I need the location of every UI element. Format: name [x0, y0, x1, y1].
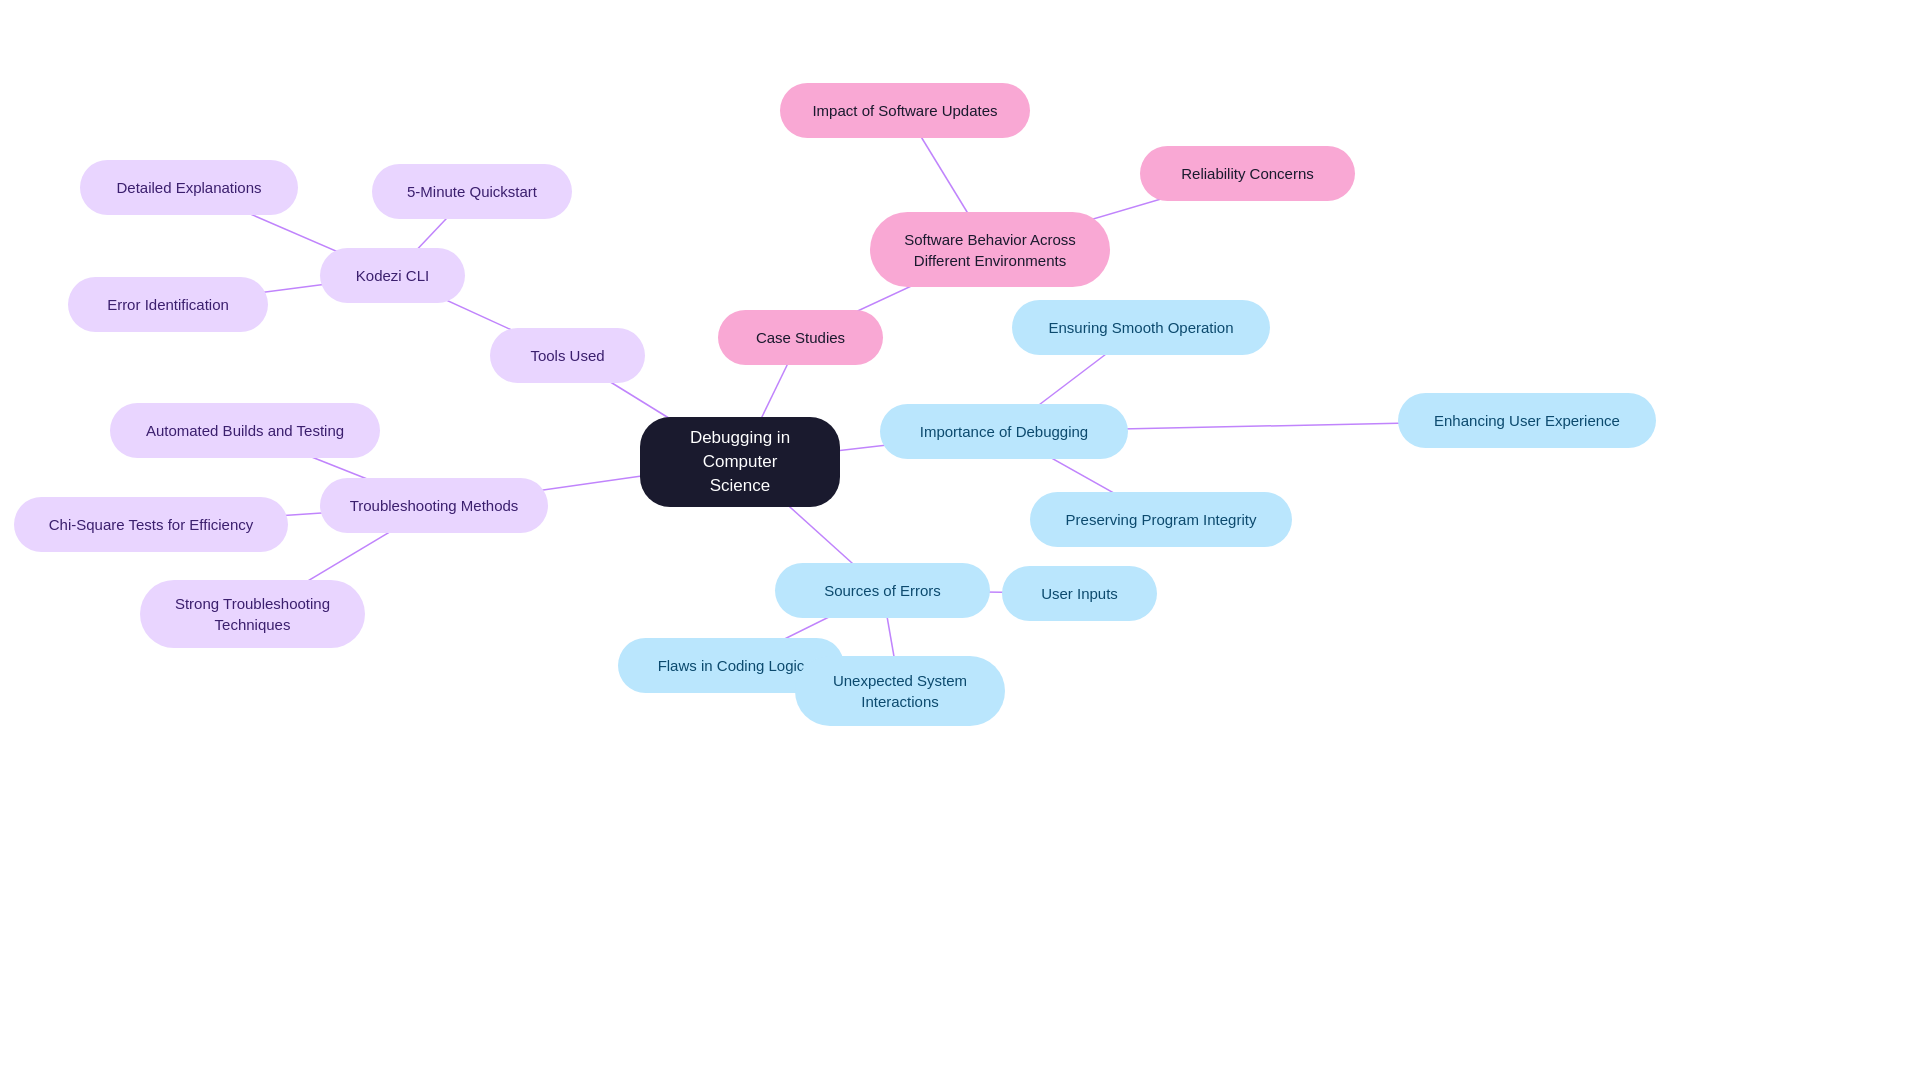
quickstart-label: 5-Minute Quickstart [407, 181, 537, 202]
node-importance-debugging: Importance of Debugging [880, 404, 1128, 459]
kodezi-cli-label: Kodezi CLI [356, 265, 429, 286]
impact-software-label: Impact of Software Updates [812, 100, 997, 121]
node-unexpected-system-interactions: Unexpected SystemInteractions [795, 656, 1005, 726]
flaws-coding-label: Flaws in Coding Logic [658, 655, 805, 676]
importance-label: Importance of Debugging [920, 421, 1088, 442]
node-5-minute-quickstart: 5-Minute Quickstart [372, 164, 572, 219]
sources-errors-label: Sources of Errors [824, 580, 941, 601]
node-kodezi-cli: Kodezi CLI [320, 248, 465, 303]
strong-troubleshoot-label: Strong TroubleshootingTechniques [175, 593, 330, 635]
case-studies-label: Case Studies [756, 327, 845, 348]
preserving-label: Preserving Program Integrity [1066, 509, 1257, 530]
tools-used-label: Tools Used [530, 345, 604, 366]
node-software-behavior: Software Behavior AcrossDifferent Enviro… [870, 212, 1110, 287]
ensuring-smooth-label: Ensuring Smooth Operation [1048, 317, 1233, 338]
software-behavior-label: Software Behavior AcrossDifferent Enviro… [904, 229, 1076, 271]
user-inputs-label: User Inputs [1041, 583, 1118, 604]
node-ensuring-smooth-operation: Ensuring Smooth Operation [1012, 300, 1270, 355]
node-user-inputs: User Inputs [1002, 566, 1157, 621]
center-label: Debugging in Computer Science [676, 426, 804, 497]
reliability-label: Reliability Concerns [1181, 163, 1314, 184]
chi-square-label: Chi-Square Tests for Efficiency [49, 514, 254, 535]
node-detailed-explanations: Detailed Explanations [80, 160, 298, 215]
node-troubleshooting-methods: Troubleshooting Methods [320, 478, 548, 533]
node-sources-of-errors: Sources of Errors [775, 563, 990, 618]
node-case-studies: Case Studies [718, 310, 883, 365]
automated-label: Automated Builds and Testing [146, 420, 344, 441]
node-impact-software-updates: Impact of Software Updates [780, 83, 1030, 138]
node-preserving-program-integrity: Preserving Program Integrity [1030, 492, 1292, 547]
node-chi-square: Chi-Square Tests for Efficiency [14, 497, 288, 552]
node-error-identification: Error Identification [68, 277, 268, 332]
troubleshooting-label: Troubleshooting Methods [350, 495, 519, 516]
unexpected-label: Unexpected SystemInteractions [833, 670, 967, 712]
error-id-label: Error Identification [107, 294, 229, 315]
node-tools-used: Tools Used [490, 328, 645, 383]
node-automated-builds: Automated Builds and Testing [110, 403, 380, 458]
detailed-exp-label: Detailed Explanations [116, 177, 261, 198]
center-node: Debugging in Computer Science [640, 417, 840, 507]
node-enhancing-user-experience: Enhancing User Experience [1398, 393, 1656, 448]
enhancing-ux-label: Enhancing User Experience [1434, 410, 1620, 431]
node-reliability-concerns: Reliability Concerns [1140, 146, 1355, 201]
node-strong-troubleshooting: Strong TroubleshootingTechniques [140, 580, 365, 648]
